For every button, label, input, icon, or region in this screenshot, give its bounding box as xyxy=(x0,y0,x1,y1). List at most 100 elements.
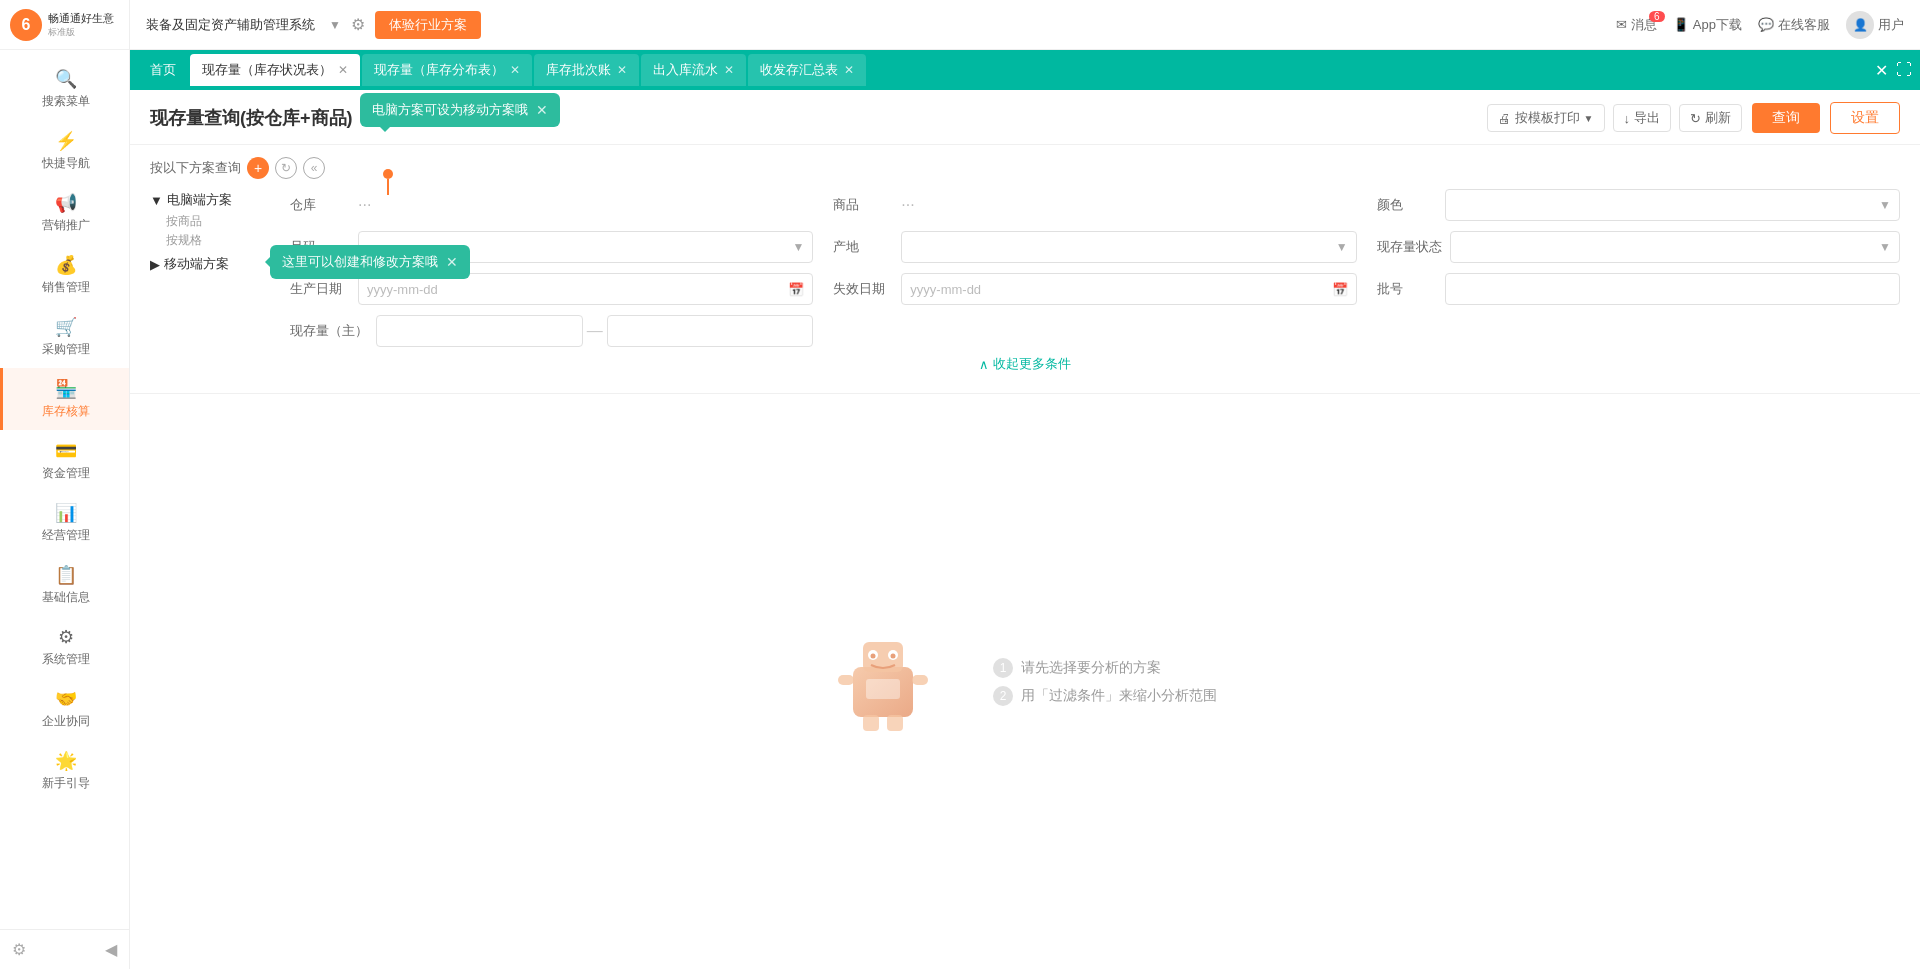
message-action[interactable]: ✉ 消息 6 xyxy=(1616,16,1657,34)
tab-bar-right: ✕ ⛶ xyxy=(1875,61,1912,80)
filter-add-btn[interactable]: + xyxy=(247,157,269,179)
online-service-label: 在线客服 xyxy=(1778,16,1830,34)
filter-row-origin: 产地 ▼ xyxy=(833,231,1356,263)
batch-input[interactable] xyxy=(1445,273,1900,305)
sidebar-item-label: 基础信息 xyxy=(42,589,90,606)
tab-inventory-status[interactable]: 现存量（库存状况表） ✕ xyxy=(190,54,360,86)
filter-row-batch: 批号 xyxy=(1377,273,1900,305)
logo-icon: 6 xyxy=(10,9,42,41)
label-goods: 商品 xyxy=(833,196,893,214)
tab-batch-account[interactable]: 库存批次账 ✕ xyxy=(534,54,639,86)
tab-expand-icon[interactable]: ⛶ xyxy=(1896,61,1912,80)
color-select[interactable]: ▼ xyxy=(1445,189,1900,221)
tab-inventory-status-close[interactable]: ✕ xyxy=(338,63,348,77)
collapse-sidebar-icon[interactable]: ◀ xyxy=(105,940,117,959)
page-title: 现存量查询(按仓库+商品) xyxy=(150,106,353,130)
tooltip2-close-btn[interactable]: ✕ xyxy=(446,254,458,270)
scheme-mobile[interactable]: ▶ 移动端方案 xyxy=(150,253,270,275)
goods-dots[interactable]: ··· xyxy=(901,196,914,214)
collapse-bar[interactable]: ∧ 收起更多条件 xyxy=(150,347,1900,381)
tab-close-all-icon[interactable]: ✕ xyxy=(1875,61,1888,80)
industry-btn[interactable]: 体验行业方案 xyxy=(375,11,481,39)
sidebar-item-operations[interactable]: 📊 经营管理 xyxy=(0,492,129,554)
stock-qty-max[interactable] xyxy=(607,315,814,347)
user-label: 用户 xyxy=(1878,16,1904,34)
stock-qty-min[interactable] xyxy=(376,315,583,347)
basics-icon: 📋 xyxy=(55,564,77,586)
filter-label-text: 按以下方案查询 xyxy=(150,159,241,177)
filter-fields: 仓库 ··· 商品 ··· 颜色 ▼ xyxy=(290,189,1900,347)
sidebar-item-sales[interactable]: 💰 销售管理 xyxy=(0,244,129,306)
stock-status-dropdown-icon: ▼ xyxy=(1879,240,1891,254)
label-batch: 批号 xyxy=(1377,280,1437,298)
tab-receive-summary-close[interactable]: ✕ xyxy=(844,63,854,77)
sidebar-item-guide[interactable]: 🌟 新手引导 xyxy=(0,740,129,802)
top-header: 装备及固定资产辅助管理系统 ▼ ⚙ 体验行业方案 ✉ 消息 6 📱 App下载 … xyxy=(130,0,1920,50)
sidebar-item-enterprise[interactable]: 🤝 企业协同 xyxy=(0,678,129,740)
tab-bar: 首页 现存量（库存状况表） ✕ 现存量（库存分布表） ✕ 库存批次账 ✕ 出入库… xyxy=(130,50,1920,90)
sidebar-item-system[interactable]: ⚙ 系统管理 xyxy=(0,616,129,678)
tab-inventory-status-label: 现存量（库存状况表） xyxy=(202,61,332,79)
tab-inventory-dist-label: 现存量（库存分布表） xyxy=(374,61,504,79)
scheme-mobile-arrow: ▶ xyxy=(150,257,160,272)
export-btn[interactable]: ↓ 导出 xyxy=(1613,104,1672,132)
sidebar-item-search[interactable]: 🔍 搜索菜单 xyxy=(0,58,129,120)
tip-text-1: 请先选择要分析的方案 xyxy=(1021,659,1161,677)
filter-back-btn[interactable]: « xyxy=(303,157,325,179)
sub-item-spec[interactable]: 按规格 xyxy=(150,232,270,249)
sidebar-item-basics[interactable]: 📋 基础信息 xyxy=(0,554,129,616)
sidebar-item-marketing[interactable]: 📢 营销推广 xyxy=(0,182,129,244)
sidebar-item-label: 快捷导航 xyxy=(42,155,90,172)
purchase-icon: 🛒 xyxy=(55,316,77,338)
tooltip-desktop-scheme: 电脑方案可设为移动方案哦 ✕ xyxy=(360,93,560,127)
tooltip1-close-btn[interactable]: ✕ xyxy=(536,102,548,118)
sidebar-item-label: 新手引导 xyxy=(42,775,90,792)
print-template-btn[interactable]: 🖨 按模板打印 ▼ xyxy=(1487,104,1605,132)
scheme-desktop-label: 电脑端方案 xyxy=(167,191,232,209)
settings-icon[interactable]: ⚙ xyxy=(351,15,365,34)
print-icon: 🖨 xyxy=(1498,111,1511,126)
expire-date-input[interactable]: yyyy-mm-dd 📅 xyxy=(901,273,1356,305)
tab-receive-summary[interactable]: 收发存汇总表 ✕ xyxy=(748,54,866,86)
tab-home[interactable]: 首页 xyxy=(138,54,188,86)
user-area[interactable]: 👤 用户 xyxy=(1846,11,1904,39)
filter-refresh-btn[interactable]: ↻ xyxy=(275,157,297,179)
label-origin: 产地 xyxy=(833,238,893,256)
scheme-desktop[interactable]: ▼ 电脑端方案 xyxy=(150,189,270,211)
sidebar-item-purchase[interactable]: 🛒 采购管理 xyxy=(0,306,129,368)
stock-status-select[interactable]: ▼ xyxy=(1450,231,1900,263)
tab-inout-flow-label: 出入库流水 xyxy=(653,61,718,79)
app-download-action[interactable]: 📱 App下载 xyxy=(1673,16,1742,34)
svg-rect-8 xyxy=(863,715,879,731)
origin-dropdown-icon: ▼ xyxy=(1336,240,1348,254)
label-stock-status: 现存量状态 xyxy=(1377,238,1442,256)
tab-batch-account-close[interactable]: ✕ xyxy=(617,63,627,77)
tab-inventory-dist-close[interactable]: ✕ xyxy=(510,63,520,77)
phone-icon: 📱 xyxy=(1673,17,1689,32)
service-icon: 💬 xyxy=(1758,17,1774,32)
set-btn[interactable]: 设置 xyxy=(1830,102,1900,134)
empty-robot-icon xyxy=(833,627,933,737)
tab-inventory-dist[interactable]: 现存量（库存分布表） ✕ xyxy=(362,54,532,86)
origin-select[interactable]: ▼ xyxy=(901,231,1356,263)
range-separator: — xyxy=(587,322,603,340)
sub-item-goods[interactable]: 按商品 xyxy=(150,213,270,230)
tab-home-label: 首页 xyxy=(150,61,176,79)
filter-area: 按以下方案查询 + ↻ « 电脑方案可设为移动方案哦 ✕ xyxy=(130,145,1920,394)
sidebar-item-inventory[interactable]: 🏪 库存核算 xyxy=(0,368,129,430)
system-dropdown-icon[interactable]: ▼ xyxy=(329,18,341,32)
warehouse-dots[interactable]: ··· xyxy=(358,196,371,214)
sidebar-item-finance[interactable]: 💳 资金管理 xyxy=(0,430,129,492)
query-btn[interactable]: 查询 xyxy=(1752,103,1820,133)
label-warehouse: 仓库 xyxy=(290,196,350,214)
tab-inout-flow[interactable]: 出入库流水 ✕ xyxy=(641,54,746,86)
sidebar-item-label: 库存核算 xyxy=(42,403,90,420)
tab-inout-flow-close[interactable]: ✕ xyxy=(724,63,734,77)
online-service-action[interactable]: 💬 在线客服 xyxy=(1758,16,1830,34)
settings-bottom-icon[interactable]: ⚙ xyxy=(12,940,26,959)
collapse-label: 收起更多条件 xyxy=(993,355,1071,373)
sidebar-item-quick-nav[interactable]: ⚡ 快捷导航 xyxy=(0,120,129,182)
color-dropdown-icon: ▼ xyxy=(1879,198,1891,212)
export-icon: ↓ xyxy=(1624,111,1631,126)
refresh-btn[interactable]: ↻ 刷新 xyxy=(1679,104,1742,132)
